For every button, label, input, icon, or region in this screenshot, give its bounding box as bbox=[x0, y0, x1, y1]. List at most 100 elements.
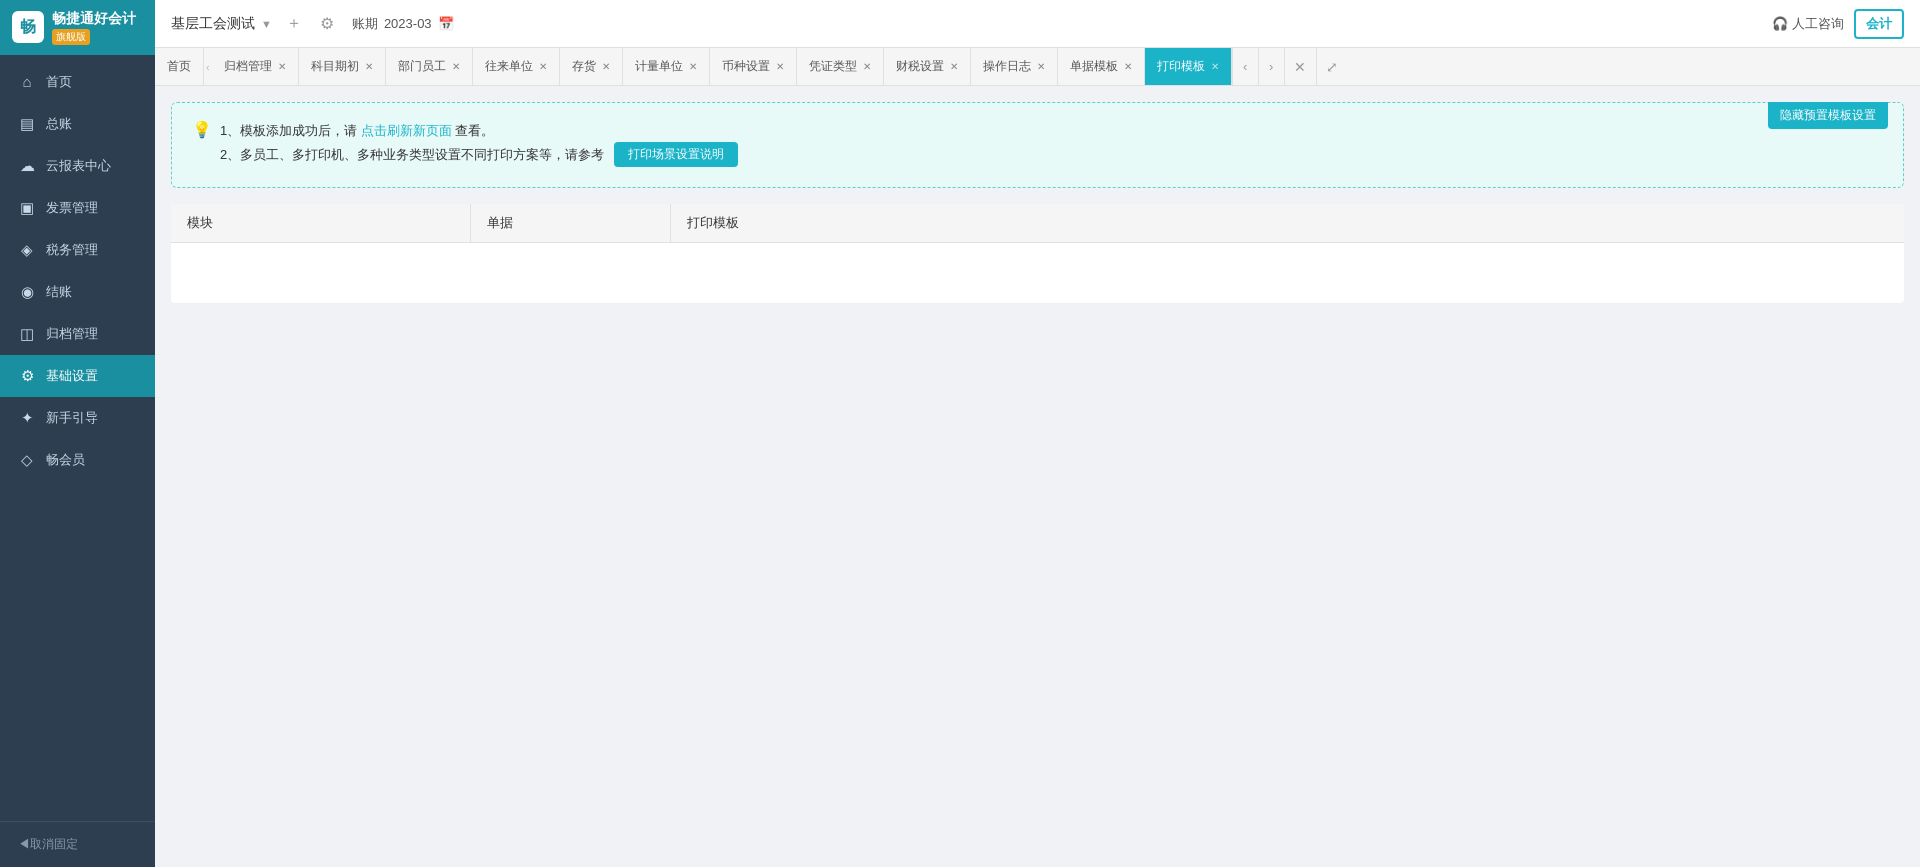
tab-inventory-close-icon[interactable]: ✕ bbox=[602, 61, 610, 72]
col-module: 模块 bbox=[171, 204, 471, 242]
tab-currency-label: 币种设置 bbox=[722, 58, 770, 75]
sidebar-item-ledger[interactable]: ▤ 总账 bbox=[0, 103, 155, 145]
support-button[interactable]: 🎧 人工咨询 bbox=[1772, 15, 1844, 33]
tab-currency[interactable]: 币种设置 ✕ bbox=[710, 48, 797, 85]
tab-voucher-close-icon[interactable]: ✕ bbox=[863, 61, 871, 72]
sidebar-item-home[interactable]: ⌂ 首页 bbox=[0, 61, 155, 103]
tax-icon: ◈ bbox=[18, 241, 36, 259]
page-content-wrapper: 隐藏预置模板设置 💡 1、模板添加成功后，请 点击刷新新页面 查看。 2、多员工… bbox=[171, 102, 1904, 303]
reports-icon: ☁ bbox=[18, 157, 36, 175]
col-template: 打印模板 bbox=[671, 204, 1904, 242]
company-dropdown-icon: ▼ bbox=[261, 18, 272, 30]
tabs-bar: 首页 ‹ 归档管理 ✕ 科目期初 ✕ 部门员工 ✕ 往来单位 ✕ 存货 ✕ 计量… bbox=[155, 48, 1920, 86]
tab-archive[interactable]: 归档管理 ✕ bbox=[212, 48, 299, 85]
tab-archive-label: 归档管理 bbox=[224, 58, 272, 75]
tab-measure[interactable]: 计量单位 ✕ bbox=[623, 48, 710, 85]
sidebar-item-reports[interactable]: ☁ 云报表中心 bbox=[0, 145, 155, 187]
tab-dept-close-icon[interactable]: ✕ bbox=[452, 61, 460, 72]
tab-subjects[interactable]: 科目期初 ✕ bbox=[299, 48, 386, 85]
tab-inventory-label: 存货 bbox=[572, 58, 596, 75]
sidebar-item-close[interactable]: ◉ 结账 bbox=[0, 271, 155, 313]
tabs-scroll-left-btn[interactable]: ‹ bbox=[1232, 48, 1258, 85]
notice-line1-suffix: 查看。 bbox=[455, 123, 494, 138]
period-value: 2023-03 bbox=[384, 16, 432, 31]
headset-icon: 🎧 bbox=[1772, 16, 1788, 31]
tab-voucher[interactable]: 凭证类型 ✕ bbox=[797, 48, 884, 85]
tab-measure-label: 计量单位 bbox=[635, 58, 683, 75]
account-button[interactable]: 会计 bbox=[1854, 9, 1904, 39]
main-content: 基层工会测试 ▼ ＋ ⚙ 账期 2023-03 📅 🎧 人工咨询 会计 首页 ‹… bbox=[155, 0, 1920, 867]
logo-badge: 旗舰版 bbox=[52, 29, 90, 45]
tab-finance-close-icon[interactable]: ✕ bbox=[950, 61, 958, 72]
tab-single-close-icon[interactable]: ✕ bbox=[1124, 61, 1132, 72]
tab-archive-close-icon[interactable]: ✕ bbox=[278, 61, 286, 72]
notice-refresh-link[interactable]: 点击刷新新页面 bbox=[361, 123, 452, 138]
add-tab-icon[interactable]: ＋ bbox=[282, 9, 306, 38]
notice-line2-prefix: 2、多员工、多打印机、多种业务类型设置不同打印方案等，请参考 bbox=[220, 143, 604, 166]
tab-subjects-close-icon[interactable]: ✕ bbox=[365, 61, 373, 72]
tabs-scroll-right-btn[interactable]: › bbox=[1258, 48, 1284, 85]
logo-icon: 畅 bbox=[12, 11, 44, 43]
tab-oplog[interactable]: 操作日志 ✕ bbox=[971, 48, 1058, 85]
tab-print[interactable]: 打印模板 ✕ bbox=[1145, 48, 1232, 85]
sidebar-logo: 畅 畅捷通好会计 旗舰版 bbox=[0, 0, 155, 55]
tab-finance[interactable]: 财税设置 ✕ bbox=[884, 48, 971, 85]
ledger-icon: ▤ bbox=[18, 115, 36, 133]
tab-print-close-icon[interactable]: ✕ bbox=[1211, 61, 1219, 72]
tab-oplog-label: 操作日志 bbox=[983, 58, 1031, 75]
sidebar-item-tax[interactable]: ◈ 税务管理 bbox=[0, 229, 155, 271]
notice-row-1: 💡 1、模板添加成功后，请 点击刷新新页面 查看。 2、多员工、多打印机、多种业… bbox=[192, 119, 1883, 167]
member-icon: ◇ bbox=[18, 451, 36, 469]
page-content: 隐藏预置模板设置 💡 1、模板添加成功后，请 点击刷新新页面 查看。 2、多员工… bbox=[155, 86, 1920, 867]
invoice-icon: ▣ bbox=[18, 199, 36, 217]
settings-gear-icon[interactable]: ⚙ bbox=[316, 10, 338, 37]
tab-measure-close-icon[interactable]: ✕ bbox=[689, 61, 697, 72]
company-name: 基层工会测试 bbox=[171, 15, 255, 33]
period-label: 账期 bbox=[352, 15, 378, 33]
close-accounts-icon: ◉ bbox=[18, 283, 36, 301]
sidebar-item-archive[interactable]: ◫ 归档管理 bbox=[0, 313, 155, 355]
sidebar-item-basic[interactable]: ⚙ 基础设置 bbox=[0, 355, 155, 397]
print-scene-btn[interactable]: 打印场景设置说明 bbox=[614, 142, 738, 167]
notice-box: 💡 1、模板添加成功后，请 点击刷新新页面 查看。 2、多员工、多打印机、多种业… bbox=[171, 102, 1904, 188]
sidebar-item-member[interactable]: ◇ 畅会员 bbox=[0, 439, 155, 481]
tab-oplog-close-icon[interactable]: ✕ bbox=[1037, 61, 1045, 72]
sidebar-pin-toggle[interactable]: ◀取消固定 bbox=[0, 821, 155, 867]
notice-line-2: 2、多员工、多打印机、多种业务类型设置不同打印方案等，请参考 打印场景设置说明 bbox=[220, 142, 738, 167]
calendar-icon[interactable]: 📅 bbox=[438, 16, 454, 31]
tabs-expand-btn[interactable]: ⤢ bbox=[1316, 48, 1348, 85]
tab-home-label: 首页 bbox=[167, 58, 191, 75]
tab-subjects-label: 科目期初 bbox=[311, 58, 359, 75]
tab-currency-close-icon[interactable]: ✕ bbox=[776, 61, 784, 72]
tab-single[interactable]: 单据模板 ✕ bbox=[1058, 48, 1145, 85]
tab-print-label: 打印模板 bbox=[1157, 58, 1205, 75]
sidebar-item-invoice[interactable]: ▣ 发票管理 bbox=[0, 187, 155, 229]
tab-inventory[interactable]: 存货 ✕ bbox=[560, 48, 623, 85]
hide-template-button[interactable]: 隐藏预置模板设置 bbox=[1768, 102, 1888, 129]
print-template-table: 模块 单据 打印模板 bbox=[171, 204, 1904, 303]
tab-suppliers-label: 往来单位 bbox=[485, 58, 533, 75]
col-document: 单据 bbox=[471, 204, 671, 242]
tab-dept-label: 部门员工 bbox=[398, 58, 446, 75]
topbar: 基层工会测试 ▼ ＋ ⚙ 账期 2023-03 📅 🎧 人工咨询 会计 bbox=[155, 0, 1920, 48]
table-body bbox=[171, 243, 1904, 303]
notice-line1-prefix: 1、模板添加成功后，请 bbox=[220, 123, 357, 138]
sidebar-item-guide[interactable]: ✦ 新手引导 bbox=[0, 397, 155, 439]
settings-icon: ⚙ bbox=[18, 367, 36, 385]
tab-voucher-label: 凭证类型 bbox=[809, 58, 857, 75]
sidebar: 畅 畅捷通好会计 旗舰版 ⌂ 首页 ▤ 总账 ☁ 云报表中心 ▣ 发票管理 ◈ … bbox=[0, 0, 155, 867]
home-icon: ⌂ bbox=[18, 73, 36, 90]
tab-suppliers[interactable]: 往来单位 ✕ bbox=[473, 48, 560, 85]
tab-finance-label: 财税设置 bbox=[896, 58, 944, 75]
notice-bulb-icon: 💡 bbox=[192, 120, 212, 139]
sidebar-nav: ⌂ 首页 ▤ 总账 ☁ 云报表中心 ▣ 发票管理 ◈ 税务管理 ◉ 结账 ◫ 归… bbox=[0, 55, 155, 821]
period-display: 账期 2023-03 📅 bbox=[352, 15, 454, 33]
tab-suppliers-close-icon[interactable]: ✕ bbox=[539, 61, 547, 72]
tab-dept[interactable]: 部门员工 ✕ bbox=[386, 48, 473, 85]
tab-separator: ‹ bbox=[204, 61, 212, 73]
guide-icon: ✦ bbox=[18, 409, 36, 427]
tabs-close-all-btn[interactable]: ✕ bbox=[1284, 48, 1316, 85]
tab-home[interactable]: 首页 bbox=[155, 48, 204, 85]
company-selector[interactable]: 基层工会测试 ▼ bbox=[171, 15, 272, 33]
tab-single-label: 单据模板 bbox=[1070, 58, 1118, 75]
